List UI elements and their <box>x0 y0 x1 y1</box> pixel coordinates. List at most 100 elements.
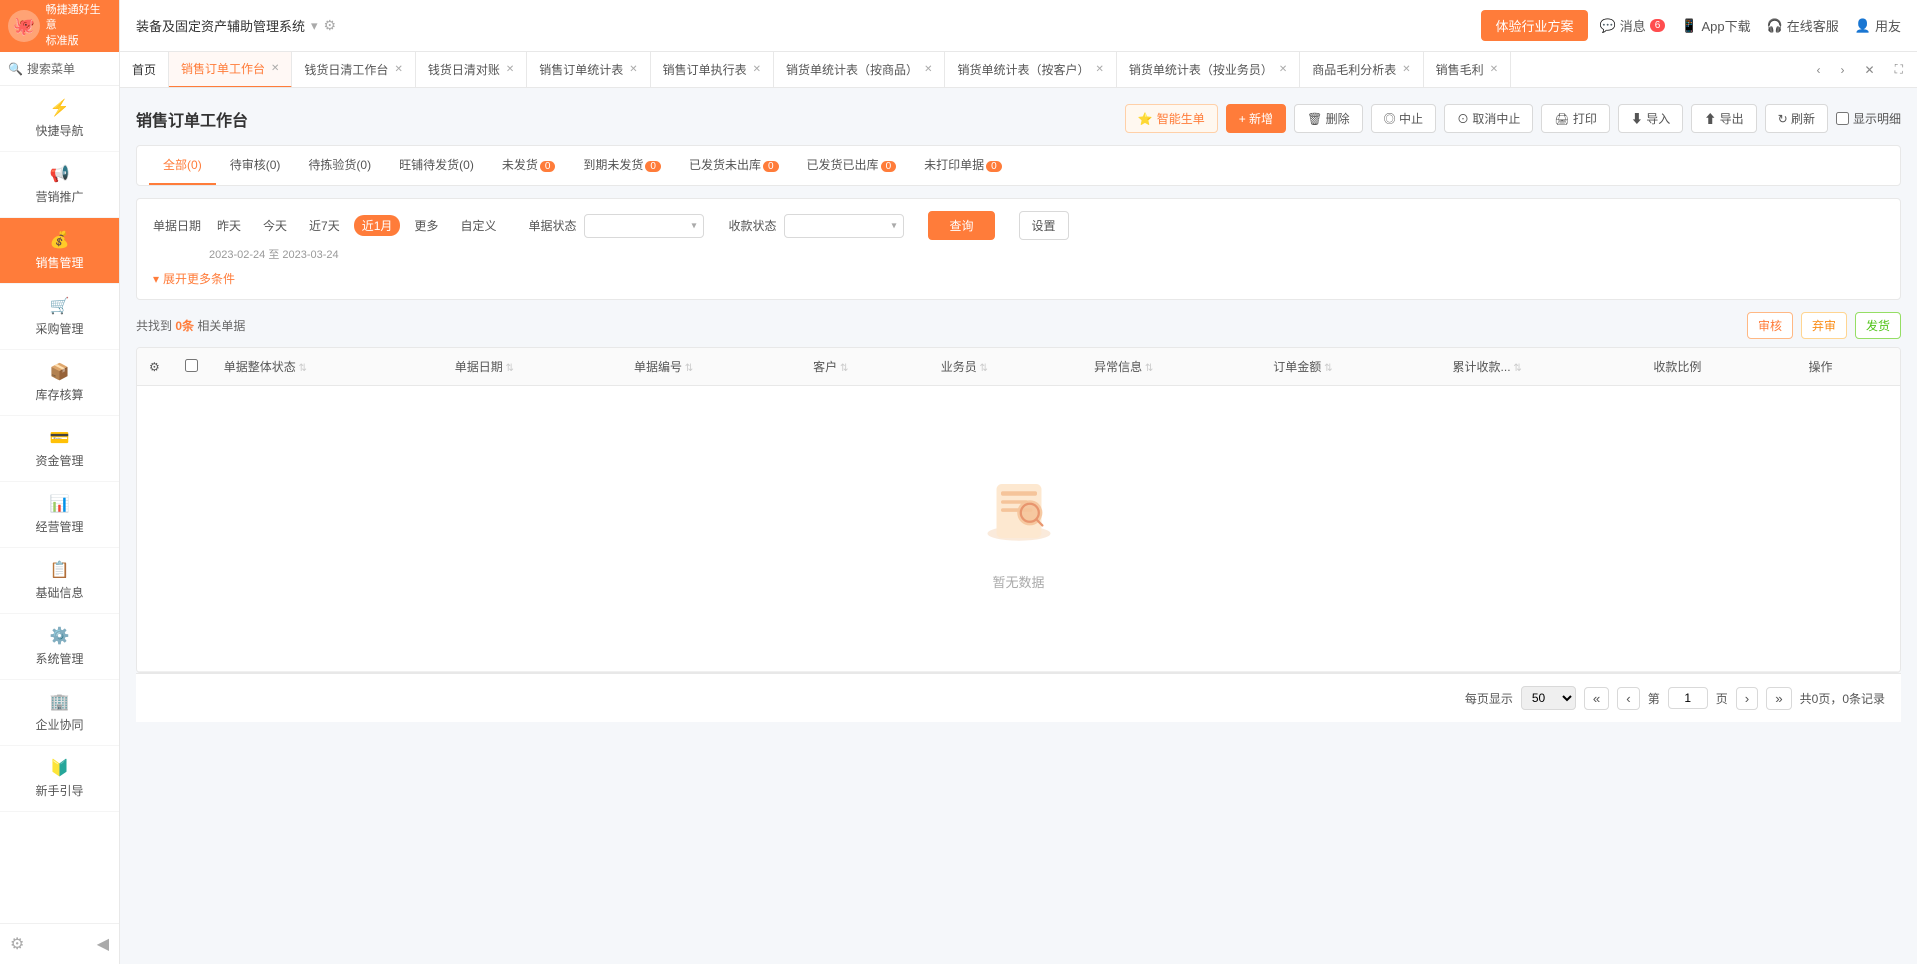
sidebar-search[interactable]: 🔍 搜索菜单 <box>0 52 119 86</box>
tab-sales-stat[interactable]: 销售订单统计表 ✕ <box>527 52 650 88</box>
reject-button[interactable]: 弃审 <box>1801 312 1847 339</box>
sidebar-item-quick-nav[interactable]: ⚡ 快捷导航 <box>0 86 119 152</box>
expand-button[interactable]: ▾ 展开更多条件 <box>153 270 1884 287</box>
add-button[interactable]: + 新增 <box>1226 104 1286 133</box>
smart-create-button[interactable]: ⭐ 智能生单 <box>1125 104 1218 133</box>
tab-prev-icon[interactable]: ‹ <box>1811 61 1827 79</box>
settings-button[interactable]: 设置 <box>1019 211 1069 240</box>
date-btn-7days[interactable]: 近7天 <box>301 215 348 236</box>
page-header: 销售订单工作台 ⭐ 智能生单 + 新增 🗑 删除 ◎ 中止 ⊙ 取消中止 🖨 打… <box>136 104 1901 133</box>
tab-sales-profit[interactable]: 销售毛利 ✕ <box>1424 52 1511 88</box>
sidebar-item-operations[interactable]: 📊 经营管理 <box>0 482 119 548</box>
sidebar-item-purchase[interactable]: 🛒 采购管理 <box>0 284 119 350</box>
tab-sales-prod[interactable]: 销货单统计表（按商品） ✕ <box>774 52 945 88</box>
col-number[interactable]: 单据编号 <box>622 348 801 386</box>
tab-close-icon[interactable]: ✕ <box>506 64 514 75</box>
query-button[interactable]: 查询 <box>928 211 994 240</box>
tab-close-all-icon[interactable]: ✕ <box>1859 61 1881 79</box>
tab-close-icon[interactable]: ✕ <box>1402 64 1410 75</box>
tab-close-icon[interactable]: ✕ <box>1095 64 1103 75</box>
next-page-button[interactable]: › <box>1736 687 1758 710</box>
filter-tab-pending-inspect[interactable]: 待拣验货(0) <box>294 146 385 185</box>
date-btn-custom[interactable]: 自定义 <box>452 215 504 236</box>
tab-sales-workbench[interactable]: 销售订单工作台 ✕ <box>169 52 292 88</box>
sidebar-item-enterprise[interactable]: 🏢 企业协同 <box>0 680 119 746</box>
refresh-button[interactable]: ↻ 刷新 <box>1765 104 1828 133</box>
sidebar-item-inventory[interactable]: 📦 库存核算 <box>0 350 119 416</box>
sidebar-item-finance[interactable]: 💳 资金管理 <box>0 416 119 482</box>
page-size-select[interactable]: 10 20 50 100 <box>1521 686 1576 710</box>
trial-button[interactable]: 体验行业方案 <box>1481 10 1587 41</box>
status-select[interactable] <box>584 214 704 238</box>
export-button[interactable]: ⬆ 导出 <box>1691 104 1756 133</box>
tab-sales-exec[interactable]: 销售订单执行表 ✕ <box>651 52 774 88</box>
sidebar-item-guide[interactable]: 🔰 新手引导 <box>0 746 119 812</box>
tab-close-icon[interactable]: ✕ <box>1490 64 1498 75</box>
tab-close-icon[interactable]: ✕ <box>271 63 279 74</box>
last-page-button[interactable]: » <box>1766 687 1791 710</box>
sidebar-item-sales[interactable]: 💰 销售管理 <box>0 218 119 284</box>
tab-home[interactable]: 首页 <box>120 52 169 88</box>
tab-margin[interactable]: 商品毛利分析表 ✕ <box>1300 52 1423 88</box>
show-detail-label[interactable]: 显示明细 <box>1836 110 1901 127</box>
col-settings[interactable]: ⚙ <box>137 348 172 386</box>
filter-tab-not-printed[interactable]: 未打印单据0 <box>910 146 1016 185</box>
filter-tab-all[interactable]: 全部(0) <box>149 146 216 185</box>
tab-close-icon[interactable]: ✕ <box>629 64 637 75</box>
stop-button[interactable]: ◎ 中止 <box>1371 104 1436 133</box>
date-btn-1month[interactable]: 近1月 <box>354 215 401 236</box>
filter-tab-overdue-ship[interactable]: 到期未发货0 <box>569 146 675 185</box>
tab-close-icon[interactable]: ✕ <box>924 64 932 75</box>
app-download-action[interactable]: 📱 App下载 <box>1681 16 1750 35</box>
settings-footer-icon[interactable]: ⚙ <box>10 934 24 954</box>
import-button[interactable]: ⬇ 导入 <box>1618 104 1683 133</box>
filter-tab-not-shipped[interactable]: 未发货0 <box>488 146 570 185</box>
tab-cash-goods[interactable]: 钱货日清对账 ✕ <box>416 52 527 88</box>
tab-sales-cust[interactable]: 销货单统计表（按客户） ✕ <box>945 52 1116 88</box>
filter-tab-shipped-in[interactable]: 已发货已出库0 <box>793 146 911 185</box>
tab-expand-icon[interactable]: ⛶ <box>1889 60 1909 79</box>
dropdown-icon[interactable]: ▾ <box>311 18 318 34</box>
delete-button[interactable]: 🗑 删除 <box>1294 104 1363 133</box>
filter-tab-wangpu-ship[interactable]: 旺铺待发货(0) <box>385 146 488 185</box>
payment-select[interactable] <box>784 214 904 238</box>
col-date[interactable]: 单据日期 <box>443 348 622 386</box>
ship-button[interactable]: 发货 <box>1855 312 1901 339</box>
approve-button[interactable]: 审核 <box>1747 312 1793 339</box>
tab-close-icon[interactable]: ✕ <box>394 64 402 75</box>
user-action[interactable]: 👤 用友 <box>1855 16 1901 35</box>
col-staff[interactable]: 业务员 <box>929 348 1082 386</box>
sidebar-item-marketing[interactable]: 📢 营销推广 <box>0 152 119 218</box>
sidebar-item-system[interactable]: ⚙️ 系统管理 <box>0 614 119 680</box>
select-all-checkbox[interactable] <box>185 359 198 372</box>
prev-page-button[interactable]: ‹ <box>1617 687 1639 710</box>
online-support-action[interactable]: 🎧 在线客服 <box>1767 16 1839 35</box>
date-btn-more[interactable]: 更多 <box>406 215 446 236</box>
filter-tab-pending-review[interactable]: 待审核(0) <box>216 146 295 185</box>
show-detail-checkbox[interactable] <box>1836 112 1849 125</box>
tab-close-icon[interactable]: ✕ <box>1279 64 1287 75</box>
sidebar-item-label: 销售管理 <box>35 254 83 271</box>
date-btn-today[interactable]: 今天 <box>255 215 295 236</box>
settings-icon[interactable]: ⚙ <box>324 17 337 34</box>
message-action[interactable]: 💬 消息 6 <box>1600 16 1666 35</box>
sidebar-item-basic[interactable]: 📋 基础信息 <box>0 548 119 614</box>
tab-close-icon[interactable]: ✕ <box>753 64 761 75</box>
date-filter: 昨天 今天 近7天 近1月 更多 自定义 <box>209 215 504 236</box>
print-button[interactable]: 🖨 打印 <box>1541 104 1610 133</box>
col-amount[interactable]: 订单金额 <box>1261 348 1440 386</box>
tab-sales-staff[interactable]: 销货单统计表（按业务员） ✕ <box>1117 52 1300 88</box>
date-btn-yesterday[interactable]: 昨天 <box>209 215 249 236</box>
col-customer[interactable]: 客户 <box>801 348 929 386</box>
col-error[interactable]: 异常信息 <box>1082 348 1261 386</box>
col-received[interactable]: 累计收款... <box>1441 348 1642 386</box>
first-page-button[interactable]: « <box>1584 687 1609 710</box>
cancel-stop-button[interactable]: ⊙ 取消中止 <box>1444 104 1533 133</box>
tab-next-icon[interactable]: › <box>1835 61 1851 79</box>
collapse-sidebar-icon[interactable]: ◀ <box>97 934 109 954</box>
filter-tab-shipped-not-in[interactable]: 已发货未出库0 <box>675 146 793 185</box>
tab-cash-clear[interactable]: 钱货日清工作台 ✕ <box>292 52 415 88</box>
col-check[interactable] <box>172 348 212 386</box>
col-status[interactable]: 单据整体状态 <box>212 348 443 386</box>
page-input[interactable] <box>1668 687 1708 709</box>
